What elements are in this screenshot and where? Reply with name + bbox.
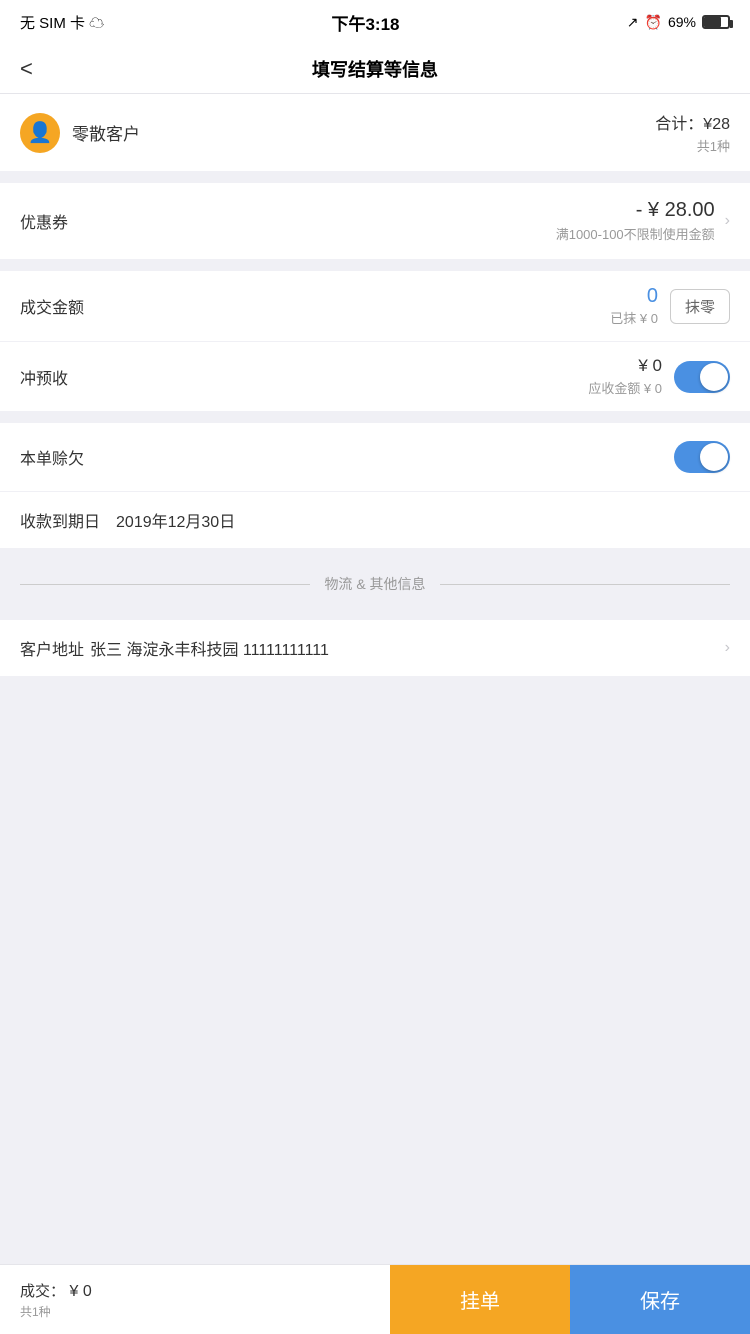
battery-icon [702, 15, 730, 29]
due-date-row: 收款到期日 2019年12月30日 [0, 491, 750, 548]
back-button[interactable]: < [20, 56, 33, 82]
address-label: 客户地址 [20, 636, 90, 660]
toggle-knob [700, 363, 728, 391]
transaction-row: 成交金额 0 已抹 ¥ 0 抹零 [0, 271, 750, 341]
due-date-value: 2019年12月30日 [116, 508, 235, 532]
pending-button[interactable]: 挂单 [390, 1265, 570, 1334]
page-title: 填写结算等信息 [312, 56, 438, 82]
divider-section: 物流 & 其他信息 [0, 560, 750, 608]
debt-toggle[interactable] [674, 441, 730, 473]
coupon-label: 优惠券 [20, 209, 68, 233]
customer-left: 👤 零散客户 [20, 113, 140, 153]
address-value: 张三 海淀永丰科技园 11111111111 [90, 636, 725, 660]
divider-line-right [440, 584, 730, 585]
advance-main: ¥ 0 [588, 356, 662, 376]
location-icon: ↗ [627, 14, 639, 31]
round-button[interactable]: 抹零 [670, 289, 730, 324]
gap-1 [0, 171, 750, 183]
customer-name: 零散客户 [72, 120, 140, 145]
address-row[interactable]: 客户地址 张三 海淀永丰科技园 11111111111 › [0, 620, 750, 676]
customer-right: 合计：¥28 共1种 [655, 110, 730, 155]
status-bar: 无 SIM 卡 ☁ 下午3:18 ↗ ⏰ 69% [0, 0, 750, 44]
advance-sub: 应收金额 ¥ 0 [588, 378, 662, 397]
customer-count: 共1种 [655, 136, 730, 155]
advance-row: 冲预收 ¥ 0 应收金额 ¥ 0 [0, 341, 750, 411]
gap-3 [0, 411, 750, 423]
status-left: 无 SIM 卡 ☁ [20, 12, 104, 33]
coupon-row[interactable]: 优惠券 - ¥ 28.00 满1000-100不限制使用金额 › [0, 183, 750, 259]
advance-label: 冲预收 [20, 365, 68, 389]
coupon-right: - ¥ 28.00 满1000-100不限制使用金额 › [556, 199, 730, 243]
status-right: ↗ ⏰ 69% [627, 14, 730, 31]
transaction-section: 成交金额 0 已抹 ¥ 0 抹零 冲预收 ¥ 0 应收金额 ¥ 0 [0, 271, 750, 411]
save-button[interactable]: 保存 [570, 1265, 750, 1334]
customer-section: 👤 零散客户 合计：¥28 共1种 [0, 94, 750, 171]
bottom-count: 共1种 [20, 1303, 370, 1320]
bottom-deal-amount: ¥ 0 [69, 1283, 91, 1300]
status-time: 下午3:18 [331, 10, 399, 35]
advance-amounts: ¥ 0 应收金额 ¥ 0 [588, 356, 662, 397]
bottom-bar: 成交： ¥ 0 共1种 挂单 保存 [0, 1264, 750, 1334]
bottom-deal-label: 成交： [20, 1283, 65, 1300]
content-area: 👤 零散客户 合计：¥28 共1种 优惠券 - ¥ 28.00 满1000-10… [0, 94, 750, 746]
debt-label: 本单赊欠 [20, 445, 84, 469]
gap-5 [0, 608, 750, 620]
transaction-right: 0 已抹 ¥ 0 抹零 [610, 285, 730, 327]
avatar-icon: 👤 [28, 120, 53, 145]
transaction-label: 成交金额 [20, 294, 84, 318]
advance-toggle[interactable] [674, 361, 730, 393]
divider-line-left [20, 584, 310, 585]
divider-text: 物流 & 其他信息 [324, 574, 425, 594]
customer-total: 合计：¥28 [655, 110, 730, 134]
address-section: 客户地址 张三 海淀永丰科技园 11111111111 › [0, 620, 750, 676]
coupon-chevron-icon: › [725, 212, 730, 230]
transaction-value: 0 [610, 285, 658, 308]
sim-status: 无 SIM 卡 ☁ [20, 12, 104, 33]
advance-right: ¥ 0 应收金额 ¥ 0 [588, 356, 730, 397]
already-rounded: 已抹 ¥ 0 [610, 308, 658, 327]
coupon-section: 优惠券 - ¥ 28.00 满1000-100不限制使用金额 › [0, 183, 750, 259]
alarm-icon: ⏰ [645, 14, 662, 31]
coupon-amount: - ¥ 28.00 [556, 199, 715, 222]
battery-percent: 69% [668, 14, 696, 30]
customer-row: 👤 零散客户 合计：¥28 共1种 [0, 94, 750, 171]
debt-row: 本单赊欠 [0, 423, 750, 491]
debt-toggle-knob [700, 443, 728, 471]
bottom-summary: 成交： ¥ 0 共1种 [0, 1265, 390, 1334]
coupon-desc: 满1000-100不限制使用金额 [556, 224, 715, 243]
nav-bar: < 填写结算等信息 [0, 44, 750, 94]
avatar: 👤 [20, 113, 60, 153]
due-date-label: 收款到期日 [20, 508, 100, 532]
gap-2 [0, 259, 750, 271]
address-chevron-icon: › [725, 639, 730, 657]
bottom-deal-row: 成交： ¥ 0 [20, 1280, 370, 1301]
gap-4 [0, 548, 750, 560]
debt-section: 本单赊欠 收款到期日 2019年12月30日 [0, 423, 750, 548]
